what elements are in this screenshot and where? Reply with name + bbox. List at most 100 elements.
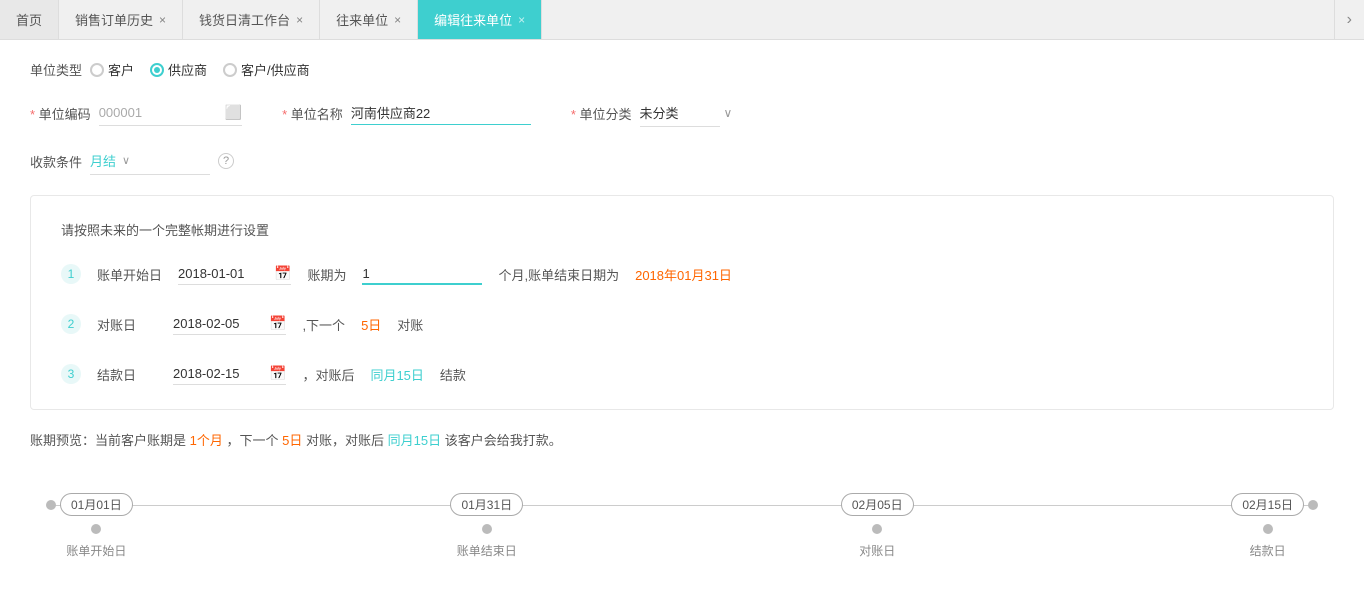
preview-months: 1个月: [190, 433, 223, 448]
period-calendar-icon-1[interactable]: 📅: [274, 265, 291, 282]
period-suffix-1b: 个月,账单结束日期为: [498, 265, 619, 284]
tab-sales-order-history-close[interactable]: ×: [159, 13, 166, 27]
period-field-2: 对账日: [97, 315, 157, 334]
period-end-date-highlight: 2018年01月31日: [635, 265, 732, 284]
unit-category-chevron: ∨: [724, 106, 733, 120]
unit-code-label: 单位编码: [30, 104, 91, 123]
timeline-label-3: 对账日: [859, 542, 895, 559]
unit-code-group: 单位编码 ⬜: [30, 100, 242, 126]
tab-edit-partner-unit-label: 编辑往来单位: [434, 10, 512, 29]
radio-supplier-circle: [150, 63, 164, 77]
timeline-node-2: 01月31日 账单结束日: [450, 493, 523, 559]
preview-label: 账期预览：当前客户账期是: [30, 433, 186, 448]
timeline-node-4: 02月15日 结款日: [1231, 493, 1304, 559]
preview-reconcile-day: 5日: [282, 433, 302, 448]
tab-edit-partner-unit[interactable]: 编辑往来单位 ×: [418, 0, 542, 39]
timeline-badge-4: 02月15日: [1231, 493, 1304, 516]
unit-category-select[interactable]: 未分类 ∨: [640, 99, 733, 127]
payment-terms-row: 收款条件 月结 ∨ ?: [30, 147, 1334, 175]
radio-both[interactable]: 客户/供应商: [223, 60, 310, 79]
period-date-input-2[interactable]: [173, 316, 263, 331]
period-suffix-2a: ,下一个: [302, 315, 345, 334]
tab-cash-ledger[interactable]: 钱货日清工作台 ×: [183, 0, 320, 39]
tab-cash-ledger-label: 钱货日清工作台: [199, 10, 290, 29]
radio-customer-circle: [90, 63, 104, 77]
tab-sales-order-history[interactable]: 销售订单历史 ×: [59, 0, 183, 39]
tab-partner-units-label: 往来单位: [336, 10, 388, 29]
period-row-1: 1 账单开始日 📅 账期为 个月,账单结束日期为 2018年01月31日: [61, 263, 1303, 285]
tab-home[interactable]: 首页: [0, 0, 59, 39]
period-calendar-icon-3[interactable]: 📅: [269, 365, 286, 382]
radio-supplier[interactable]: 供应商: [150, 60, 207, 79]
period-card-title: 请按照未来的一个完整帐期进行设置: [61, 220, 1303, 239]
period-num-2: 2: [61, 314, 81, 334]
period-num-1: 1: [61, 264, 81, 284]
timeline-dot-4: [1263, 524, 1273, 534]
radio-both-label: 客户/供应商: [241, 60, 310, 79]
timeline-section: 01月01日 账单开始日 01月31日 账单结束日 02月05日 对账日: [30, 473, 1334, 569]
tab-more-button[interactable]: ›: [1334, 0, 1364, 39]
unit-name-group: 单位名称: [282, 101, 531, 125]
timeline-badge-2: 01月31日: [450, 493, 523, 516]
unit-code-copy-icon[interactable]: ⬜: [225, 104, 242, 121]
tab-partner-units-close[interactable]: ×: [394, 13, 401, 27]
period-payment-highlight: 同月15日: [370, 365, 423, 384]
period-row-2: 2 对账日 📅 ,下一个 5日 对账: [61, 313, 1303, 335]
tab-bar: 首页 销售订单历史 × 钱货日清工作台 × 往来单位 × 编辑往来单位 × ›: [0, 0, 1364, 40]
unit-type-label: 单位类型: [30, 60, 82, 79]
unit-name-input[interactable]: [351, 101, 531, 125]
radio-customer[interactable]: 客户: [90, 60, 134, 79]
tab-partner-units[interactable]: 往来单位 ×: [320, 0, 418, 39]
unit-name-label: 单位名称: [282, 104, 343, 123]
preview-text-1: ，下一个: [227, 433, 279, 448]
tab-sales-order-history-label: 销售订单历史: [75, 10, 153, 29]
payment-terms-select[interactable]: 月结 ∨: [90, 147, 210, 175]
period-date-input-3[interactable]: [173, 366, 263, 381]
period-date-1: 📅: [178, 263, 291, 285]
preview-text-3: 该客户会给我打款。: [445, 433, 562, 448]
unit-category-group: 单位分类 未分类 ∨: [571, 99, 732, 127]
unit-category-value: 未分类: [640, 99, 720, 127]
radio-supplier-label: 供应商: [168, 60, 207, 79]
period-field-3: 结款日: [97, 365, 157, 384]
unit-category-label: 单位分类: [571, 104, 632, 123]
tab-edit-partner-unit-close[interactable]: ×: [518, 13, 525, 27]
period-months-input[interactable]: [362, 264, 482, 285]
timeline-node-3: 02月05日 对账日: [841, 493, 914, 559]
period-suffix-3a: ，对账后: [302, 365, 354, 384]
payment-terms-chevron: ∨: [122, 154, 130, 167]
timeline-badge-1: 01月01日: [60, 493, 133, 516]
timeline-node-1: 01月01日 账单开始日: [60, 493, 133, 559]
payment-terms-value: 月结: [90, 151, 116, 170]
period-suffix-3b: 结款: [440, 365, 466, 384]
period-suffix-2b: 对账: [397, 315, 423, 334]
period-calendar-icon-2[interactable]: 📅: [269, 315, 286, 332]
radio-both-circle: [223, 63, 237, 77]
period-date-2: 📅: [173, 313, 286, 335]
unit-type-row: 单位类型 客户 供应商 客户/供应商: [30, 60, 1334, 79]
unit-info-row: 单位编码 ⬜ 单位名称 单位分类 未分类 ∨: [30, 99, 1334, 127]
preview-payment-day: 同月15日: [388, 433, 441, 448]
period-reconcile-highlight: 5日: [361, 315, 381, 334]
period-suffix-1a: 账期为: [307, 265, 346, 284]
timeline-label-2: 账单结束日: [457, 542, 517, 559]
main-content: 单位类型 客户 供应商 客户/供应商 单位编码: [0, 40, 1364, 608]
tab-cash-ledger-close[interactable]: ×: [296, 13, 303, 27]
unit-type-group: 单位类型 客户 供应商 客户/供应商: [30, 60, 310, 79]
period-settings-card: 请按照未来的一个完整帐期进行设置 1 账单开始日 📅 账期为 个月,账单结束日期…: [30, 195, 1334, 410]
tab-home-label: 首页: [16, 10, 42, 29]
payment-terms-help[interactable]: ?: [218, 153, 234, 169]
period-field-1: 账单开始日: [97, 265, 162, 284]
preview-section: 账期预览：当前客户账期是 1个月 ，下一个 5日 对账，对账后 同月15日 该客…: [30, 430, 1334, 449]
timeline-dot-3: [872, 524, 882, 534]
timeline-dot-1: [91, 524, 101, 534]
unit-type-radio-group: 客户 供应商 客户/供应商: [90, 60, 310, 79]
unit-code-input-wrapper: ⬜: [99, 100, 242, 126]
period-date-input-1[interactable]: [178, 266, 268, 281]
period-num-3: 3: [61, 364, 81, 384]
timeline-badge-3: 02月05日: [841, 493, 914, 516]
preview-text-2: 对账，对账后: [306, 433, 384, 448]
unit-code-input[interactable]: [99, 105, 219, 120]
period-row-3: 3 结款日 📅 ，对账后 同月15日 结款: [61, 363, 1303, 385]
timeline-label-1: 账单开始日: [66, 542, 126, 559]
